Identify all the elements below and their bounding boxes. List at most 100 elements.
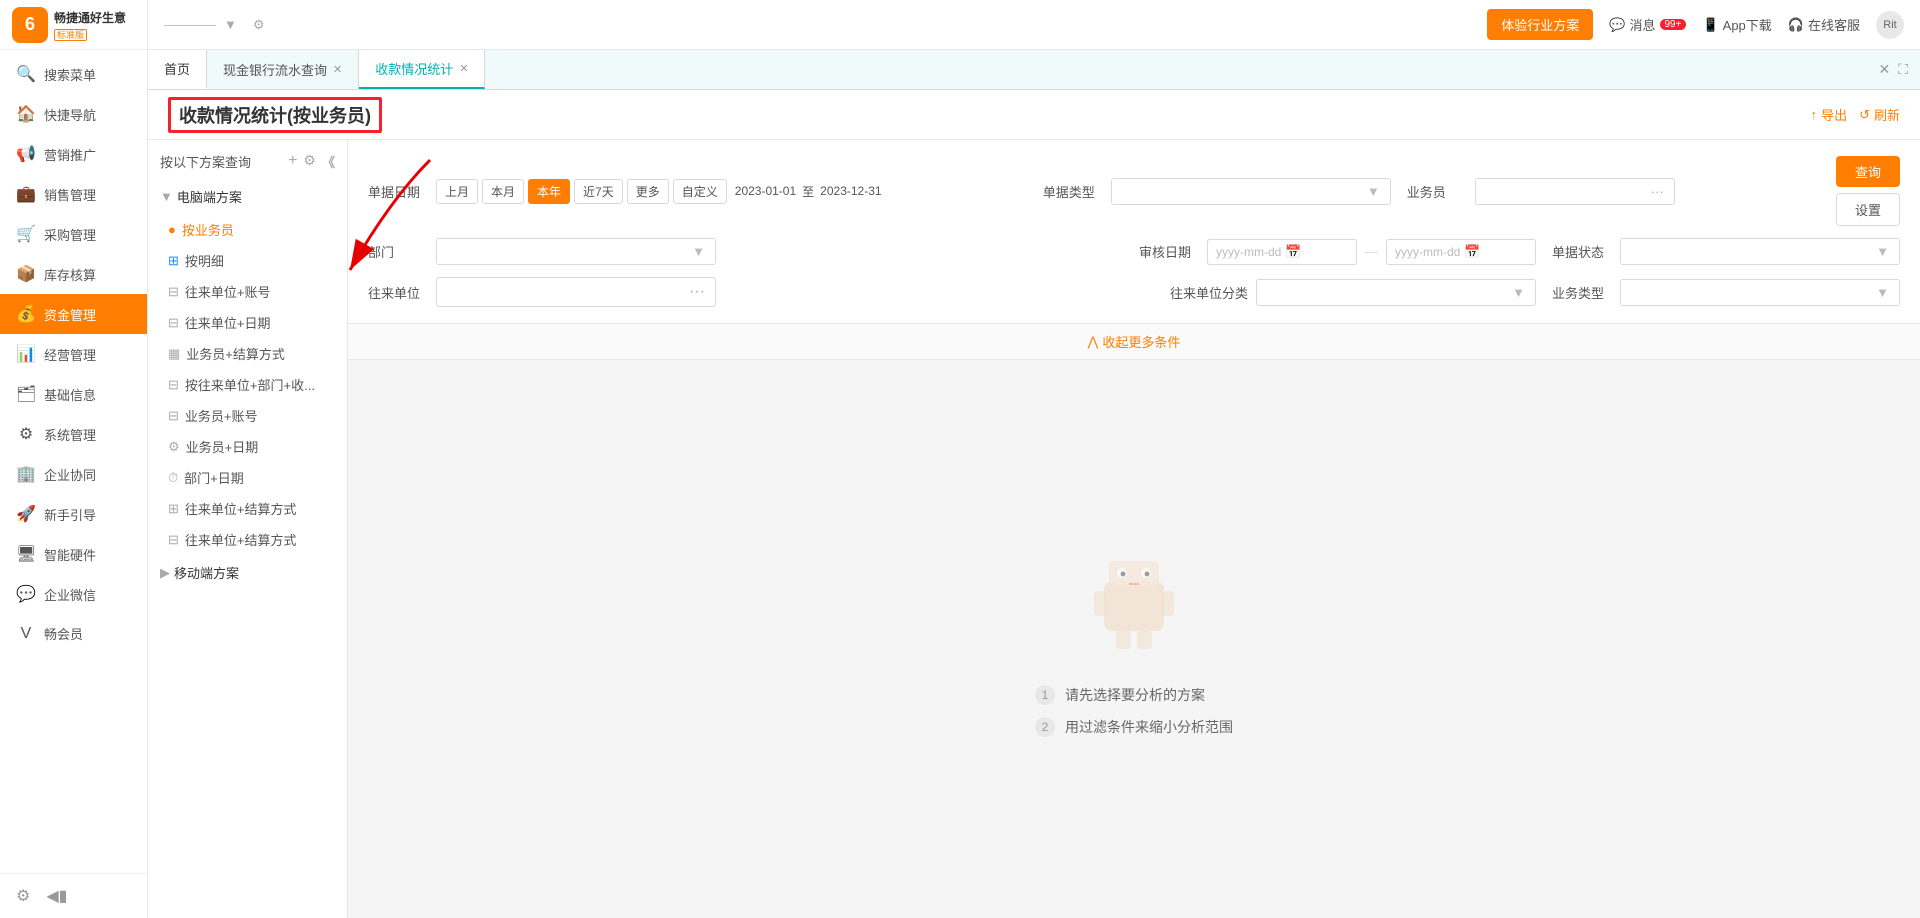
tree-item-partner-settlement2[interactable]: ⊟ 往来单位+结算方式 (148, 524, 347, 555)
user-name: Rit (1883, 19, 1896, 31)
sidebar: 6 畅捷通好生意 标准版 🔍 搜索菜单 🏠 快捷导航 📢 营销推广 💼 销售管理… (0, 0, 148, 918)
tree-item-dept-date-label: 部门+日期 (184, 468, 244, 487)
scheme-settings-btn[interactable]: ⚙ (303, 152, 316, 171)
voucher-status-select[interactable]: ▼ (1620, 238, 1900, 265)
tab-receipt-stats-close[interactable]: ✕ (459, 62, 468, 75)
sidebar-item-search[interactable]: 🔍 搜索菜单 (0, 54, 147, 94)
filter-row-2: 部门 ▼ 审核日期 yyyy-mm-dd 📅 — (368, 238, 1900, 265)
tab-bank-flow-close[interactable]: ✕ (333, 63, 342, 76)
date-btn-last-month[interactable]: 上月 (436, 179, 478, 204)
date-btn-7days[interactable]: 近7天 (574, 179, 623, 204)
voucher-status-dropdown-icon: ▼ (1876, 244, 1889, 259)
date-btn-this-year[interactable]: 本年 (528, 179, 570, 204)
messages-icon: 💬 (1609, 17, 1625, 33)
business-type-select[interactable]: ▼ (1620, 279, 1900, 306)
trial-btn[interactable]: 体验行业方案 (1487, 9, 1593, 40)
tree-item-dept-date[interactable]: ⏱ 部门+日期 (148, 462, 347, 493)
tab-maximize-icon[interactable]: ⛶ (1898, 61, 1908, 78)
tree-item-partner-date[interactable]: ⊟ 往来单位+日期 (148, 307, 347, 338)
salesperson-select[interactable]: ··· (1475, 178, 1675, 205)
sidebar-item-inventory-label: 库存核算 (44, 265, 96, 284)
partner-category-select[interactable]: ▼ (1256, 279, 1536, 306)
add-scheme-btn[interactable]: + (288, 152, 297, 171)
tree-item-by-salesperson-label: 按业务员 (182, 220, 234, 239)
date-btn-custom[interactable]: 自定义 (673, 179, 727, 204)
sidebar-item-finance[interactable]: 💰 资金管理 (0, 294, 147, 334)
sidebar-item-marketing[interactable]: 📢 营销推广 (0, 134, 147, 174)
collapse-bar[interactable]: ⋀ 收起更多条件 (348, 324, 1920, 360)
filter-row-3: 往来单位 ··· 往来单位分类 ▼ 业务类型 (368, 277, 1900, 307)
review-date-start-input[interactable]: yyyy-mm-dd 📅 (1207, 239, 1357, 265)
sidebar-item-purchase[interactable]: 🛒 采购管理 (0, 214, 147, 254)
settings-btn[interactable]: 设置 (1836, 193, 1900, 226)
app-name: 畅捷通好生意 (54, 9, 126, 26)
tree-item-partner-dept[interactable]: ⊟ 按往来单位+部门+收... (148, 369, 347, 400)
panel-collapse-btn[interactable]: 《 (322, 152, 335, 171)
enterprise-icon: 🏢 (16, 464, 36, 484)
sidebar-item-basic[interactable]: 🗂 基础信息 (0, 374, 147, 414)
query-btn[interactable]: 查询 (1836, 156, 1900, 187)
tree-item-partner-account[interactable]: ⊟ 往来单位+账号 (148, 276, 347, 307)
dept-date-icon: ⏱ (168, 470, 178, 486)
dept-select[interactable]: ▼ (436, 238, 716, 265)
tree-group-desktop[interactable]: ▼ 电脑端方案 (148, 179, 347, 214)
sidebar-item-wechat[interactable]: 💬 企业微信 (0, 574, 147, 614)
tab-close-all-icon[interactable]: ✕ (1878, 61, 1890, 78)
partner-more-btn[interactable]: ··· (689, 283, 705, 301)
tree-item-salesperson-account[interactable]: ⊟ 业务员+账号 (148, 400, 347, 431)
calendar-icon-end: 📅 (1464, 244, 1480, 260)
refresh-icon: ↺ (1859, 107, 1870, 123)
tab-receipt-stats[interactable]: 收款情况统计 ✕ (359, 50, 485, 89)
sidebar-item-inventory[interactable]: 📦 库存核算 (0, 254, 147, 294)
sidebar-item-operations[interactable]: 📊 经营管理 (0, 334, 147, 374)
business-type-dropdown-icon: ▼ (1876, 285, 1889, 300)
left-panel: 按以下方案查询 + ⚙ 《 ▼ 电脑端方案 ● 按业务员 ⊞ 按明细 (148, 140, 348, 918)
tree-item-detail-label: 按明细 (185, 251, 224, 270)
tree-group-mobile[interactable]: ▶ 移动端方案 (148, 555, 347, 590)
voucher-type-group: 单据类型 ▼ (1043, 178, 1391, 205)
empty-steps: 1 请先选择要分析的方案 2 用过滤条件来缩小分析范围 (1035, 685, 1233, 737)
review-date-end-input[interactable]: yyyy-mm-dd 📅 (1386, 239, 1536, 265)
sidebar-item-guide[interactable]: 🚀 新手引导 (0, 494, 147, 534)
collapse-chevron-icon: ⋀ (1088, 334, 1099, 350)
app-download-label: App下载 (1723, 15, 1772, 34)
sidebar-item-basic-label: 基础信息 (44, 385, 96, 404)
online-service-btn[interactable]: 🎧 在线客服 (1788, 15, 1860, 34)
salesperson-more-icon: ··· (1651, 184, 1664, 199)
footer-settings-icon[interactable]: ⚙ (16, 886, 30, 906)
tree-item-salesperson-settlement[interactable]: ▦ 业务员+结算方式 (148, 338, 347, 369)
sidebar-item-system[interactable]: ⚙ 系统管理 (0, 414, 147, 454)
page-header: 收款情况统计(按业务员) ↑ 导出 ↺ 刷新 (148, 90, 1920, 140)
salesperson-account-icon: ⊟ (168, 408, 179, 424)
page-header-actions: ↑ 导出 ↺ 刷新 (1811, 105, 1900, 124)
export-btn[interactable]: ↑ 导出 (1811, 105, 1848, 124)
date-btn-this-month[interactable]: 本月 (482, 179, 524, 204)
sidebar-item-quicknav[interactable]: 🏠 快捷导航 (0, 94, 147, 134)
voucher-type-select[interactable]: ▼ (1111, 178, 1391, 205)
voucher-status-group: 单据状态 ▼ (1552, 238, 1900, 265)
partner-dept-icon: ⊟ (168, 377, 179, 393)
partner-select[interactable]: ··· (436, 277, 716, 307)
calendar-icon-start: 📅 (1285, 244, 1301, 260)
user-avatar[interactable]: Rit (1876, 11, 1904, 39)
app-download-btn[interactable]: 📱 App下载 (1702, 15, 1771, 34)
tree-item-detail[interactable]: ⊞ 按明细 (148, 245, 347, 276)
sidebar-item-hardware[interactable]: 🖥 智能硬件 (0, 534, 147, 574)
partner-category-label: 往来单位分类 (1170, 283, 1248, 302)
footer-collapse-icon[interactable]: ◀▮ (46, 886, 67, 906)
topbar-dropdown-icon[interactable]: ▼ (224, 17, 237, 32)
partner-settlement1-icon: ⊞ (168, 501, 179, 517)
sidebar-logo: 6 畅捷通好生意 标准版 (0, 0, 147, 50)
date-btn-more[interactable]: 更多 (627, 179, 669, 204)
refresh-btn[interactable]: ↺ 刷新 (1859, 105, 1900, 124)
tree-item-by-salesperson[interactable]: ● 按业务员 (148, 214, 347, 245)
sidebar-item-member[interactable]: V 畅会员 (0, 614, 147, 653)
tab-home[interactable]: 首页 (148, 50, 207, 89)
tab-bank-flow[interactable]: 现金银行流水查询 ✕ (207, 50, 359, 89)
tree-item-partner-settlement1[interactable]: ⊞ 往来单位+结算方式 (148, 493, 347, 524)
topbar-gear-icon[interactable]: ⚙ (253, 17, 265, 33)
sidebar-item-enterprise[interactable]: 🏢 企业协同 (0, 454, 147, 494)
sidebar-item-sales[interactable]: 💼 销售管理 (0, 174, 147, 214)
tree-item-salesperson-date[interactable]: ⚙ 业务员+日期 (148, 431, 347, 462)
messages-btn[interactable]: 💬 消息 99+ (1609, 15, 1686, 34)
